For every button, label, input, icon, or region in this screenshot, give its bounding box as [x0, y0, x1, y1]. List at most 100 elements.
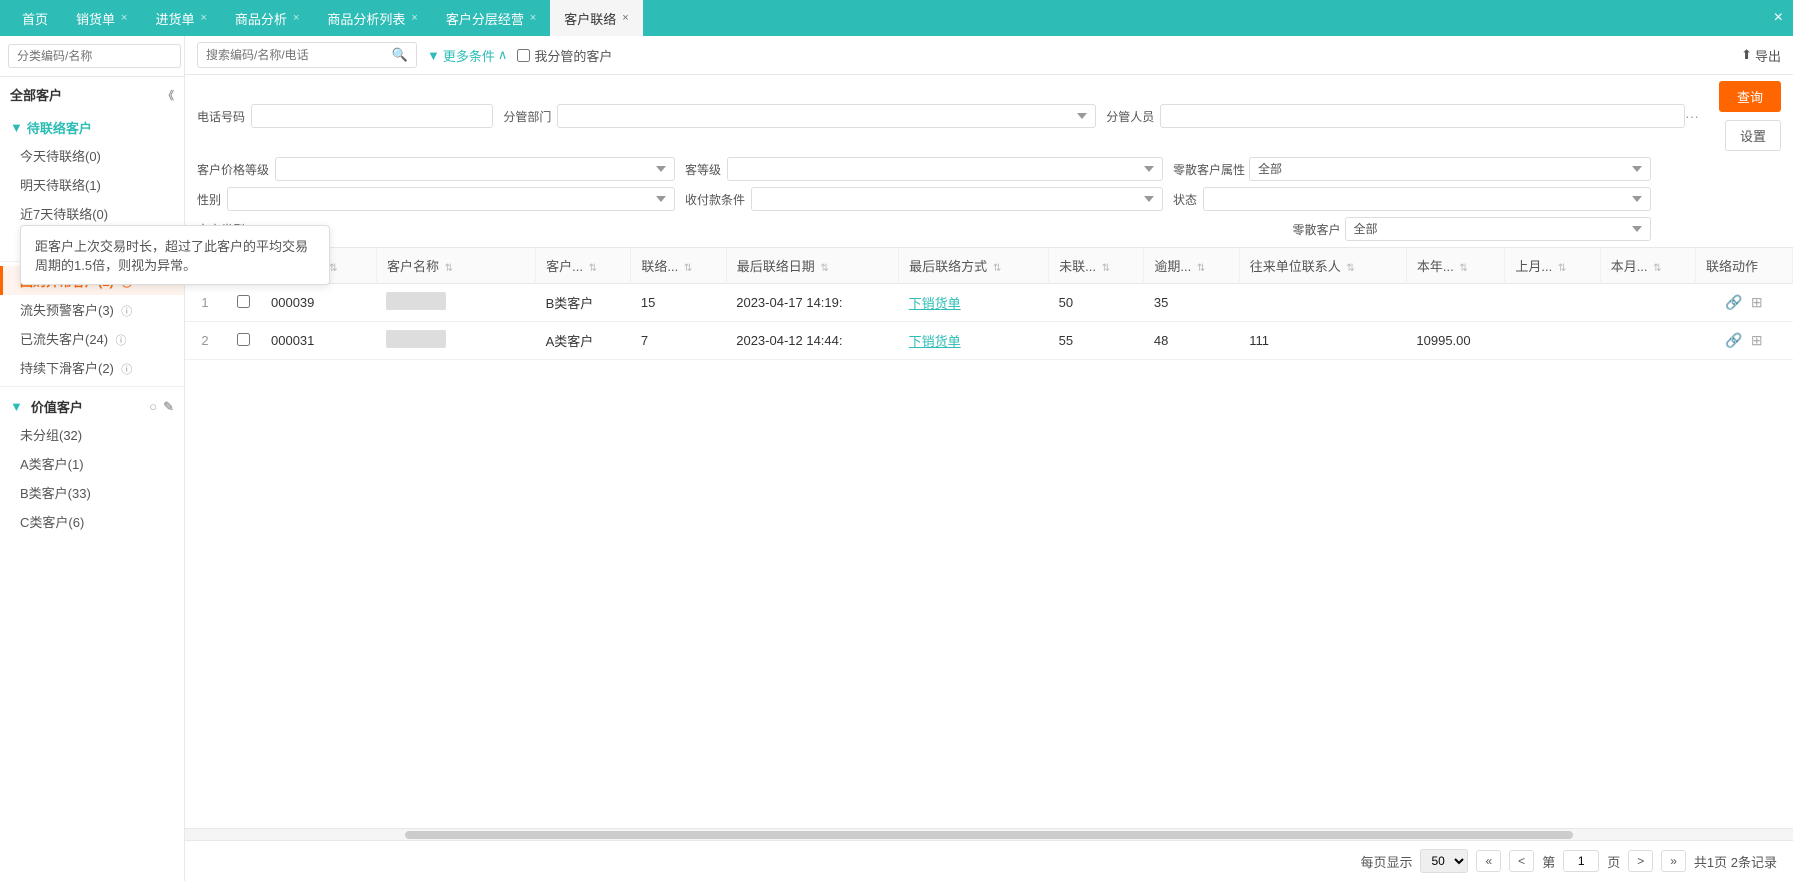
td-last-month-1	[1505, 284, 1600, 322]
tooltip-popup: 距客户上次交易时长，超过了此客户的平均交易周期的1.5倍，则视为异常。	[20, 225, 330, 285]
sidebar-search-input[interactable]	[8, 44, 181, 68]
td-this-month-2	[1600, 322, 1695, 360]
nav-home[interactable]: 首页	[8, 0, 62, 36]
lost-warn-info-icon[interactable]: ⓘ	[121, 306, 132, 318]
value-group-circle-icon[interactable]: ○	[149, 399, 157, 415]
last-method-link-2[interactable]: 下销货单	[909, 334, 961, 349]
td-this-year-1	[1406, 284, 1504, 322]
filter-phone-input[interactable]	[251, 104, 493, 128]
filter-person-dots[interactable]: ···	[1685, 108, 1699, 124]
close-customer-contact-icon[interactable]: ×	[622, 12, 628, 24]
query-button[interactable]: 查询	[1719, 81, 1781, 112]
sort-last-date-icon[interactable]: ⇅	[820, 263, 828, 274]
close-product-analysis-icon[interactable]: ×	[293, 12, 299, 24]
window-close-button[interactable]: ×	[1774, 9, 1783, 27]
export-button[interactable]: ⬆ 导出	[1741, 46, 1781, 65]
nav-customer-contact[interactable]: 客户联络 ×	[550, 0, 642, 36]
td-contact-1: 15	[631, 284, 726, 322]
prev-page-button[interactable]: <	[1509, 850, 1534, 872]
sort-contacts-person-icon[interactable]: ⇅	[1346, 263, 1354, 274]
nav-sales[interactable]: 销货单 ×	[62, 0, 141, 36]
settings-button[interactable]: 设置	[1725, 120, 1781, 151]
filter-gender-select[interactable]	[227, 187, 675, 211]
sidebar-item-today[interactable]: 今天待联络(0)	[0, 141, 184, 170]
filter-retail-cust-select[interactable]: 全部	[1345, 217, 1651, 241]
sidebar-item-ungroup[interactable]: 未分组(32)	[0, 420, 184, 449]
sidebar-item-a-class[interactable]: A类客户(1)	[0, 449, 184, 478]
next-page-button[interactable]: >	[1628, 850, 1653, 872]
close-product-analysis-list-icon[interactable]: ×	[411, 12, 417, 24]
td-overdue-1: 35	[1144, 284, 1239, 322]
search-input[interactable]	[206, 48, 388, 62]
table-row: 2 000031 A类客户 7 2023-04-12 14:44: 下销货单	[185, 322, 1793, 360]
close-sales-icon[interactable]: ×	[121, 12, 127, 24]
filter-retail-attr-cell: 零散客户属性 全部	[1173, 157, 1651, 181]
filter-person-input[interactable]	[1160, 104, 1685, 128]
filter-price-grade-select[interactable]	[275, 157, 675, 181]
first-page-button[interactable]: «	[1476, 850, 1501, 872]
declining-info-icon[interactable]: ⓘ	[121, 364, 132, 376]
scrollbar-thumb[interactable]	[405, 831, 1573, 839]
page-number-input[interactable]	[1563, 850, 1599, 872]
sidebar-pending-group[interactable]: ▼ 待联络客户	[0, 112, 184, 141]
sidebar-item-7days[interactable]: 近7天待联络(0)	[0, 199, 184, 228]
filter-row-2: 客户价格等级 客等级 零散客户属性 全部	[197, 157, 1781, 181]
sort-code-icon[interactable]: ⇅	[329, 263, 337, 274]
td-last-method-2: 下销货单	[899, 322, 1049, 360]
nav-purchase[interactable]: 进货单 ×	[141, 0, 220, 36]
action-link-icon-2[interactable]: 🔗	[1725, 332, 1742, 349]
sort-this-month-icon[interactable]: ⇅	[1653, 263, 1661, 274]
row-1-checkbox[interactable]	[237, 295, 250, 308]
action-grid-icon-2[interactable]: ⊞	[1751, 332, 1763, 349]
pending-arrow-icon: ▼	[10, 120, 23, 135]
my-customer-checkbox[interactable]	[517, 49, 530, 62]
sidebar-value-group[interactable]: ▼ 价值客户 ○ ✎	[0, 391, 184, 420]
sidebar-item-declining[interactable]: 持续下滑客户(2) ⓘ	[0, 353, 184, 382]
nav-product-analysis[interactable]: 商品分析 ×	[221, 0, 313, 36]
last-page-button[interactable]: »	[1661, 850, 1686, 872]
collapse-icon[interactable]: 《	[163, 87, 174, 103]
sidebar-item-tomorrow[interactable]: 明天待联络(1)	[0, 170, 184, 199]
sidebar-item-lost-warn[interactable]: 流失预警客户(3) ⓘ	[0, 295, 184, 324]
sort-contact-icon[interactable]: ⇅	[684, 263, 692, 274]
page-size-select[interactable]: 50	[1420, 849, 1468, 873]
sort-last-method-icon[interactable]: ⇅	[993, 263, 1001, 274]
horizontal-scrollbar[interactable]	[185, 828, 1793, 840]
th-type: 客户... ⇅	[536, 248, 631, 284]
th-this-month: 本月... ⇅	[1600, 248, 1695, 284]
sidebar-item-c-class[interactable]: C类客户(6)	[0, 507, 184, 536]
nav-customer-tier[interactable]: 客户分层经营 ×	[432, 0, 550, 36]
sort-last-month-icon[interactable]: ⇅	[1558, 263, 1566, 274]
filter-retail-attr-select[interactable]: 全部	[1249, 157, 1651, 181]
td-action-1: 🔗 ⊞	[1696, 284, 1793, 322]
filter-cust-grade-select[interactable]	[727, 157, 1163, 181]
sort-type-icon[interactable]: ⇅	[589, 263, 597, 274]
sidebar-item-lost[interactable]: 已流失客户(24) ⓘ	[0, 324, 184, 353]
action-link-icon-1[interactable]: 🔗	[1725, 294, 1742, 311]
td-last-date-1: 2023-04-17 14:19:	[726, 284, 898, 322]
close-purchase-icon[interactable]: ×	[200, 12, 206, 24]
lost-info-icon[interactable]: ⓘ	[115, 335, 126, 347]
filter-dept-select[interactable]	[557, 104, 1096, 128]
table-header-row: ⚙ 客户编码 ⇅ 客户名称 ⇅	[185, 248, 1793, 284]
td-this-year-2: 10995.00	[1406, 322, 1504, 360]
table-row: 1 000039 B类客户 15 2023-04-17 14:19: 下销货单	[185, 284, 1793, 322]
action-grid-icon-1[interactable]: ⊞	[1751, 294, 1763, 311]
row-2-checkbox[interactable]	[237, 333, 250, 346]
filter-payment-select[interactable]	[751, 187, 1163, 211]
nav-product-analysis-list[interactable]: 商品分析列表 ×	[313, 0, 431, 36]
last-method-link-1[interactable]: 下销货单	[909, 296, 961, 311]
sort-overdue-icon[interactable]: ⇅	[1197, 263, 1205, 274]
value-group-edit-icon[interactable]: ✎	[163, 399, 174, 415]
sort-no-contact-icon[interactable]: ⇅	[1102, 263, 1110, 274]
sidebar-item-b-class[interactable]: B类客户(33)	[0, 478, 184, 507]
td-type-1: B类客户	[536, 284, 631, 322]
sidebar-all-customers[interactable]: 全部客户 《	[0, 77, 184, 112]
close-customer-tier-icon[interactable]: ×	[530, 12, 536, 24]
search-submit-icon[interactable]: 🔍	[392, 47, 408, 63]
more-filter-button[interactable]: ▼ 更多条件 ∧	[427, 46, 507, 65]
filter-status-select[interactable]	[1203, 187, 1651, 211]
sort-this-year-icon[interactable]: ⇅	[1459, 263, 1467, 274]
th-action: 联络动作	[1696, 248, 1793, 284]
sort-name-icon[interactable]: ⇅	[445, 263, 453, 274]
